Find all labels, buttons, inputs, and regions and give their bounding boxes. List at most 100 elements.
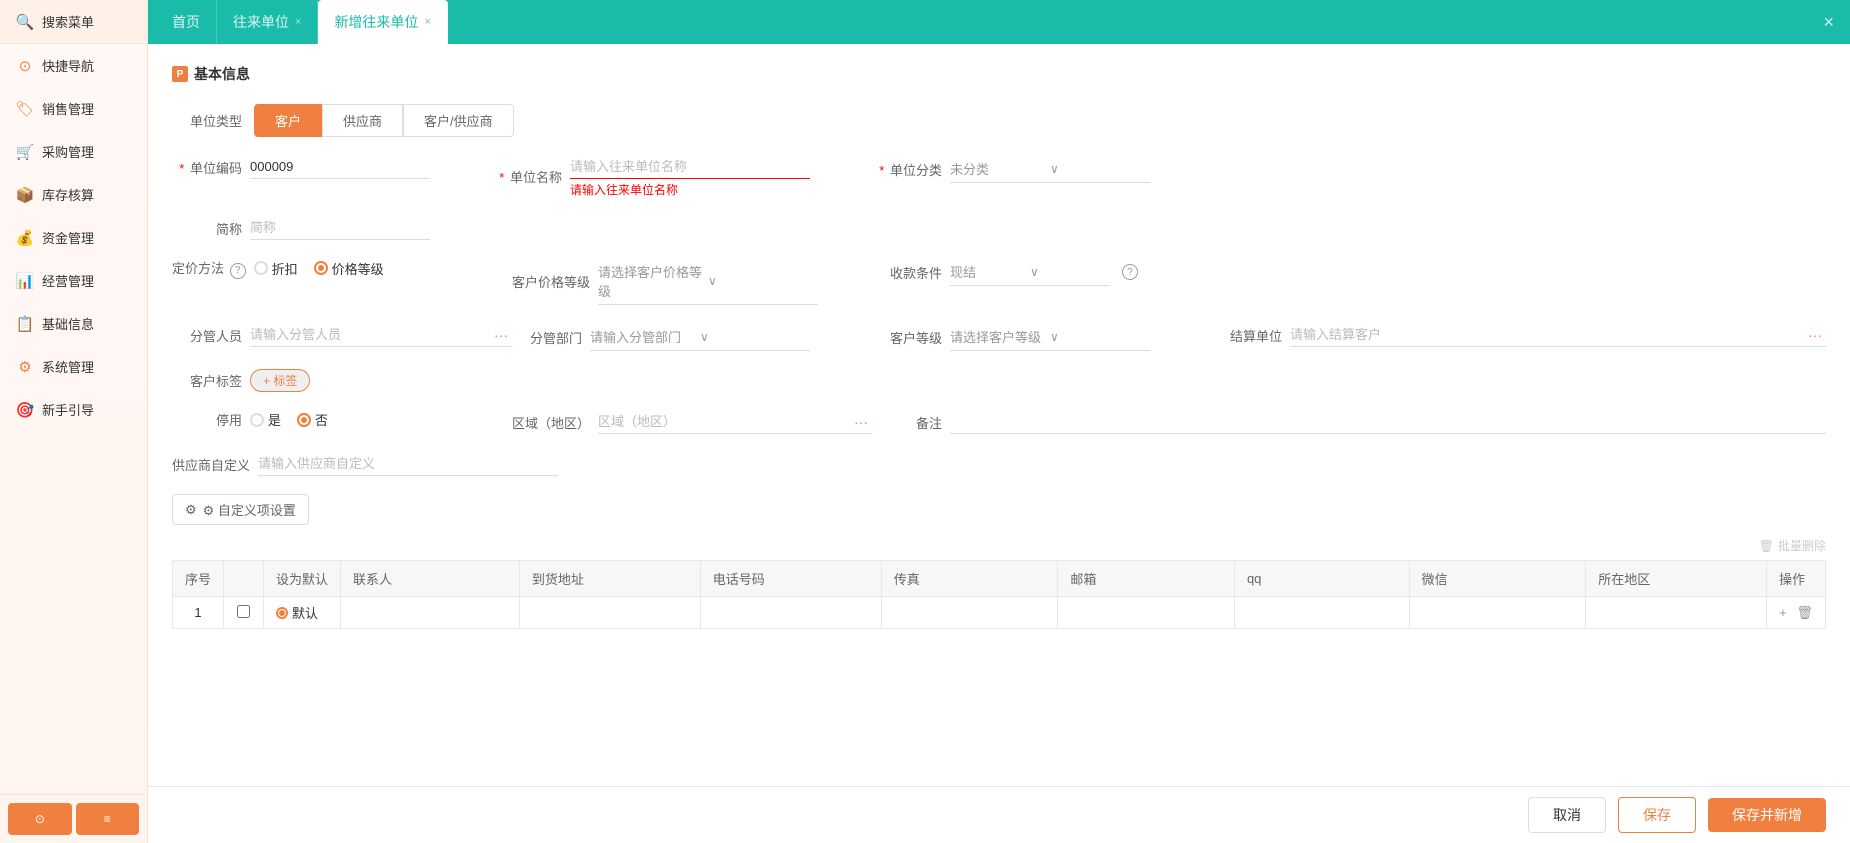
gear-icon: ⚙ <box>185 502 197 518</box>
qq-input[interactable] <box>1247 605 1397 620</box>
search-icon: 🔍 <box>16 13 34 31</box>
row-num: 1 <box>173 597 224 629</box>
col-qq: qq <box>1234 561 1409 597</box>
pricing-price-level[interactable]: 价格等级 <box>314 259 384 278</box>
pricing-discount[interactable]: 折扣 <box>254 259 298 278</box>
save-add-button[interactable]: 保存并新增 <box>1708 798 1826 832</box>
department-select[interactable]: 请输入分管部门 ∨ <box>590 323 810 351</box>
tab-new-partner[interactable]: 新增往来单位 × <box>318 0 447 44</box>
sidebar-item-quicknav[interactable]: ⊙ 快捷导航 <box>0 44 147 87</box>
row-qq[interactable] <box>1234 597 1409 629</box>
customer-level-label: 客户等级 <box>872 328 942 347</box>
row-address[interactable] <box>519 597 700 629</box>
sidebar-item-guide[interactable]: 🎯 新手引导 <box>0 388 147 431</box>
sidebar-btn-left[interactable]: ⊙ <box>8 803 72 835</box>
remarks-input[interactable] <box>950 410 1826 434</box>
batch-delete-area: 🗑 批量删除 <box>172 537 1826 554</box>
manager-more-btn[interactable]: ··· <box>490 327 512 343</box>
unit-category-select[interactable]: 未分类 ∨ <box>950 155 1150 183</box>
row-email[interactable] <box>1058 597 1235 629</box>
col-default: 设为默认 <box>264 561 341 597</box>
tab-partners-label: 往来单位 <box>233 12 289 32</box>
manager-field: 分管人员 ··· <box>172 323 512 347</box>
cancel-button[interactable]: 取消 <box>1528 797 1606 833</box>
disabled-no-label: 否 <box>315 410 328 429</box>
row-default-label: 默认 <box>292 603 318 622</box>
row-contact[interactable] <box>341 597 520 629</box>
delete-row-btn[interactable]: 🗑 <box>1796 605 1813 620</box>
row-default[interactable]: 默认 <box>264 597 341 629</box>
disabled-no[interactable]: 否 <box>297 410 328 429</box>
region-input-table[interactable] <box>1598 605 1754 620</box>
sidebar-item-purchase[interactable]: 🛒 采购管理 <box>0 130 147 173</box>
manager-input[interactable] <box>250 323 490 346</box>
unit-code-input[interactable] <box>250 155 430 179</box>
close-all-tabs[interactable]: × <box>1815 12 1842 33</box>
row-checkbox-input[interactable] <box>237 605 250 618</box>
manager-input-wrap: ··· <box>250 323 512 347</box>
customer-level-select[interactable]: 请选择客户等级 ∨ <box>950 323 1150 351</box>
sales-icon: 🏷 <box>16 100 34 118</box>
customer-price-level-select[interactable]: 请选择客户价格等级 ∨ <box>598 258 818 305</box>
remarks-field: 备注 <box>872 410 1826 434</box>
unit-type-supplier[interactable]: 供应商 <box>322 104 403 137</box>
col-email: 邮箱 <box>1058 561 1235 597</box>
col-region: 所在地区 <box>1586 561 1767 597</box>
unit-type-both[interactable]: 客户/供应商 <box>403 104 514 137</box>
sidebar-item-sales[interactable]: 🏷 销售管理 <box>0 87 147 130</box>
tab-partners-close[interactable]: × <box>295 16 301 28</box>
col-contact: 联系人 <box>341 561 520 597</box>
pricing-method-field: 定价方法 ? 折扣 价格等级 <box>172 258 512 279</box>
custom-settings-label: ⚙ 自定义项设置 <box>203 500 296 519</box>
chevron-down-icon: ∨ <box>700 330 810 344</box>
pricing-price-level-label: 价格等级 <box>332 259 384 278</box>
sidebar-item-inventory[interactable]: 📦 库存核算 <box>0 173 147 216</box>
add-row-btn[interactable]: + <box>1779 605 1787 620</box>
row-region[interactable] <box>1586 597 1767 629</box>
sidebar-item-system[interactable]: ⚙ 系统管理 <box>0 345 147 388</box>
sidebar-item-search[interactable]: 🔍 搜索菜单 <box>0 0 147 44</box>
supplier-custom-input[interactable] <box>258 452 558 476</box>
sidebar-item-basic-info[interactable]: 📋 基础信息 <box>0 302 147 345</box>
region-more-btn[interactable]: ··· <box>850 414 872 430</box>
row-wechat[interactable] <box>1409 597 1586 629</box>
save-button[interactable]: 保存 <box>1618 797 1696 833</box>
tab-home[interactable]: 首页 <box>156 0 217 44</box>
payment-help-icon[interactable]: ? <box>1122 264 1138 280</box>
short-name-input[interactable] <box>250 216 430 240</box>
settlement-unit-input-wrap: ··· <box>1290 323 1826 347</box>
phone-input[interactable] <box>713 605 869 620</box>
add-tag-button[interactable]: + 标签 <box>250 369 310 392</box>
batch-delete-label[interactable]: 批量删除 <box>1778 537 1826 554</box>
misc-row: 停用 是 否 区域（地区） ··· <box>172 410 1826 434</box>
sidebar-item-finance[interactable]: 💰 资金管理 <box>0 216 147 259</box>
settlement-unit-label: 结算单位 <box>1212 326 1282 345</box>
row-checkbox[interactable] <box>224 597 264 629</box>
unit-type-customer[interactable]: 客户 <box>254 104 322 137</box>
sidebar-btn-right[interactable]: ≡ <box>76 803 140 835</box>
settlement-unit-more-btn[interactable]: ··· <box>1804 327 1826 343</box>
settlement-unit-input[interactable] <box>1290 323 1804 346</box>
row-phone[interactable] <box>700 597 881 629</box>
fax-input[interactable] <box>894 605 1046 620</box>
payment-terms-select[interactable]: 现结 ∨ <box>950 258 1110 286</box>
help-icon[interactable]: ? <box>230 263 246 279</box>
short-name-row: 简称 <box>172 216 1826 240</box>
tab-new-partner-close[interactable]: × <box>424 16 430 28</box>
manager-label: 分管人员 <box>172 326 242 345</box>
address-input[interactable] <box>532 605 688 620</box>
supplier-custom-field: 供应商自定义 <box>172 452 592 476</box>
contact-input[interactable] <box>353 605 507 620</box>
row-fax[interactable] <box>881 597 1058 629</box>
unit-name-input[interactable] <box>570 155 810 179</box>
tab-partners[interactable]: 往来单位 × <box>217 0 318 44</box>
wechat-input[interactable] <box>1422 605 1574 620</box>
row-actions: + 🗑 <box>1767 597 1826 629</box>
region-input[interactable] <box>598 410 850 433</box>
sidebar-item-operations[interactable]: 📊 经营管理 <box>0 259 147 302</box>
email-input[interactable] <box>1070 605 1222 620</box>
custom-settings-button[interactable]: ⚙ ⚙ 自定义项设置 <box>172 494 309 525</box>
disabled-yes[interactable]: 是 <box>250 410 281 429</box>
department-label: 分管部门 <box>512 328 582 347</box>
finance-icon: 💰 <box>16 229 34 247</box>
